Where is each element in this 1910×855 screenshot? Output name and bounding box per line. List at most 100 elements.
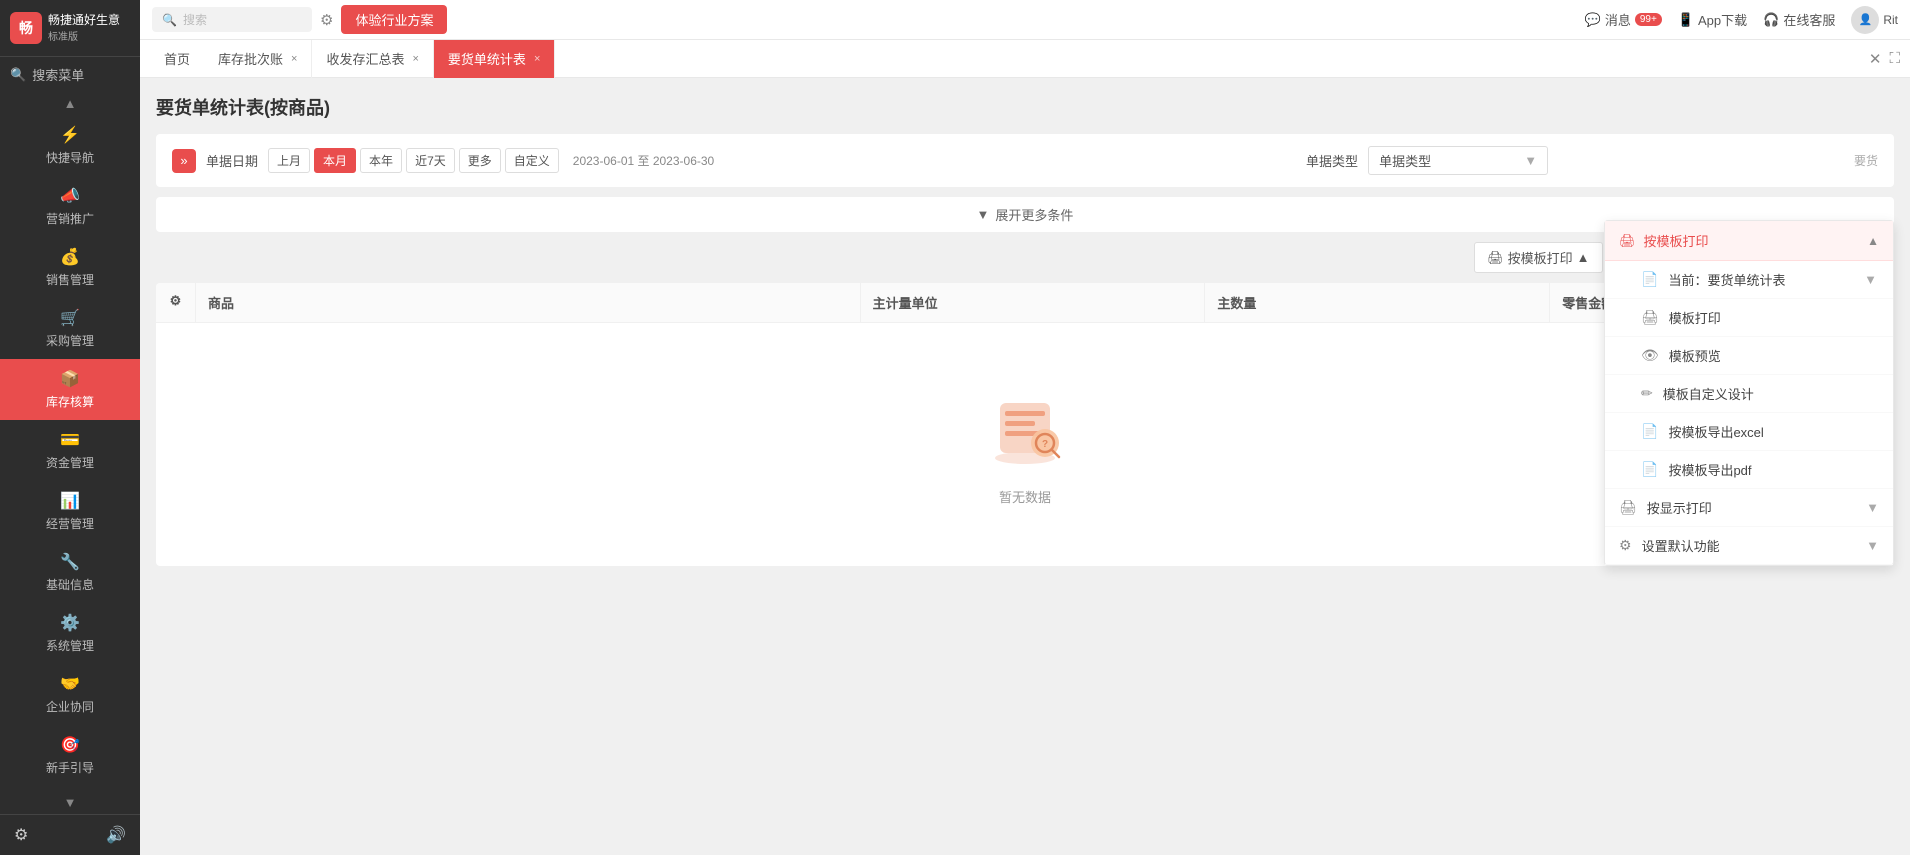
svg-text:?: ? (1042, 439, 1048, 450)
logo-badge: 标准版 (48, 28, 120, 43)
tab-close-all-btn[interactable]: ✕ (1869, 50, 1882, 68)
nav-label-basic: 基础信息 (46, 576, 94, 593)
sidebar-scroll-down[interactable]: ▼ (0, 791, 140, 814)
date-btn-last-month[interactable]: 上月 (268, 148, 310, 173)
dropdown-template-pdf-icon: 📄 (1641, 461, 1658, 478)
dropdown-template-excel[interactable]: 📄 按模板导出excel (1605, 413, 1893, 451)
sidebar-item-shortcut[interactable]: ⚡ 快捷导航 (0, 115, 140, 176)
sidebar-item-collab[interactable]: 🤝 企业协同 (0, 664, 140, 725)
sidebar-item-sales[interactable]: 💰 销售管理 (0, 237, 140, 298)
dropdown-title: 按模板打印 (1644, 231, 1709, 250)
empty-field-label: 要货 (1854, 152, 1878, 169)
nav-icon-marketing: 📣 (60, 186, 80, 206)
dropdown-header-left: 🖨 按模板打印 (1619, 231, 1709, 250)
message-badge: 99+ (1635, 13, 1662, 26)
print-dropdown-menu: 🖨 按模板打印 ▲ 📄 当前：要货单统计表 ▼ 🖨 模板打印 👁 模板预览 ✏ (1604, 220, 1894, 566)
filter-expand-btn[interactable]: » (172, 149, 196, 173)
dropdown-display-print-icon: 🖨 (1619, 499, 1637, 516)
dropdown-template-excel-label: 按模板导出excel (1668, 422, 1763, 441)
app-download-btn[interactable]: 📱 App下载 (1678, 10, 1747, 29)
tab-receipt-summary-label: 收发存汇总表 (326, 49, 404, 68)
sidebar-item-basic[interactable]: 🔧 基础信息 (0, 542, 140, 603)
nav-icon-operations: 📊 (60, 491, 80, 511)
topbar: 🔍 搜索 ⚙ 体验行业方案 💬 消息 99+ 📱 App下载 🎧 在线客服 👤 … (140, 0, 1910, 40)
message-btn[interactable]: 💬 消息 99+ (1585, 10, 1662, 29)
tab-home-label: 首页 (164, 49, 190, 68)
dropdown-display-print[interactable]: 🖨 按显示打印 ▼ (1605, 489, 1893, 527)
trial-btn[interactable]: 体验行业方案 (341, 5, 447, 34)
dropdown-set-default-label: 设置默认功能 (1642, 536, 1720, 555)
nav-label-guide: 新手引导 (46, 759, 94, 776)
sidebar-item-apps[interactable]: 🔲 应用中心 (0, 786, 140, 791)
nav-label-purchase: 采购管理 (46, 332, 94, 349)
nav-icon-sales: 💰 (60, 247, 80, 267)
dropdown-template-print[interactable]: 🖨 模板打印 (1605, 299, 1893, 337)
th-settings[interactable]: ⚙ (156, 283, 196, 322)
tab-expand-btn[interactable]: ⛶ (1889, 50, 1900, 67)
user-avatar[interactable]: 👤 Rit (1851, 6, 1898, 34)
dropdown-current-icon: 📄 (1641, 271, 1658, 288)
dropdown-set-default-icon: ⚙ (1619, 537, 1632, 554)
message-icon: 💬 (1585, 12, 1601, 28)
settings-icon[interactable]: ⚙ (14, 825, 28, 845)
date-btn-7days[interactable]: 近7天 (406, 148, 455, 173)
sidebar-item-operations[interactable]: 📊 经营管理 (0, 481, 140, 542)
nav-icon-system: ⚙️ (60, 613, 80, 633)
print-btn[interactable]: 🖨 按模板打印 ▲ (1474, 242, 1602, 273)
order-type-select[interactable]: 单据类型 ▼ (1368, 146, 1548, 175)
topbar-right: 💬 消息 99+ 📱 App下载 🎧 在线客服 👤 Rit (1585, 6, 1898, 34)
tab-receipt-summary[interactable]: 收发存汇总表 × (312, 40, 433, 78)
tab-order-stats[interactable]: 要货单统计表 × (434, 40, 555, 78)
topbar-gear-icon[interactable]: ⚙ (320, 11, 333, 29)
online-service-btn[interactable]: 🎧 在线客服 (1763, 10, 1835, 29)
expand-icon: ▼ (977, 207, 990, 222)
app-label: App下载 (1698, 10, 1747, 29)
sidebar-item-inventory[interactable]: 📦 库存核算 (0, 359, 140, 420)
tab-receipt-summary-close[interactable]: × (412, 53, 418, 65)
dropdown-set-default[interactable]: ⚙ 设置默认功能 ▼ (1605, 527, 1893, 565)
date-btn-this-year[interactable]: 本年 (360, 148, 402, 173)
dropdown-template-preview[interactable]: 👁 模板预览 (1605, 337, 1893, 375)
tab-inventory-batch[interactable]: 库存批次账 × (204, 40, 312, 78)
sidebar-bottom: ⚙ 🔊 (0, 814, 140, 855)
dropdown-template-custom-label: 模板自定义设计 (1663, 384, 1754, 403)
dropdown-template-excel-icon: 📄 (1641, 423, 1658, 440)
topbar-search[interactable]: 🔍 搜索 (152, 7, 312, 32)
sidebar-item-finance[interactable]: 💳 资金管理 (0, 420, 140, 481)
date-btn-this-month[interactable]: 本月 (314, 148, 356, 173)
sidebar-item-system[interactable]: ⚙️ 系统管理 (0, 603, 140, 664)
logo-text-wrap: 畅捷通好生意 标准版 (48, 13, 120, 44)
order-type-label: 单据类型 (1306, 151, 1358, 170)
date-btn-more[interactable]: 更多 (459, 148, 501, 173)
sidebar-scroll-up[interactable]: ▲ (0, 92, 140, 115)
sidebar-item-purchase[interactable]: 🛒 采购管理 (0, 298, 140, 359)
th-product: 商品 (196, 283, 861, 322)
nav-label-finance: 资金管理 (46, 454, 94, 471)
date-btn-custom[interactable]: 自定义 (505, 148, 559, 173)
tab-home[interactable]: 首页 (150, 40, 204, 78)
tab-inventory-batch-close[interactable]: × (291, 53, 297, 65)
speaker-icon[interactable]: 🔊 (106, 825, 126, 845)
dropdown-template-custom[interactable]: ✏ 模板自定义设计 (1605, 375, 1893, 413)
dropdown-display-print-left: 🖨 按显示打印 (1619, 498, 1712, 517)
nav-label-marketing: 营销推广 (46, 210, 94, 227)
app-icon: 📱 (1678, 12, 1694, 28)
dropdown-template-pdf-label: 按模板导出pdf (1668, 460, 1751, 479)
dropdown-current-item[interactable]: 📄 当前：要货单统计表 ▼ (1605, 261, 1893, 299)
dropdown-template-pdf[interactable]: 📄 按模板导出pdf (1605, 451, 1893, 489)
sidebar-item-guide[interactable]: 🎯 新手引导 (0, 725, 140, 786)
tab-order-stats-close[interactable]: × (534, 53, 540, 65)
dropdown-header[interactable]: 🖨 按模板打印 ▲ (1605, 221, 1893, 261)
empty-message: 暂无数据 (999, 487, 1051, 506)
sidebar-item-marketing[interactable]: 📣 营销推广 (0, 176, 140, 237)
sidebar-search[interactable]: 🔍 搜索菜单 (0, 57, 140, 92)
th-qty: 主数量 (1205, 283, 1550, 322)
dropdown-display-print-label: 按显示打印 (1647, 498, 1712, 517)
search-icon: 🔍 (10, 67, 26, 83)
dropdown-template-preview-icon: 👁 (1641, 347, 1659, 364)
date-btns: 上月 本月 本年 近7天 更多 自定义 (268, 148, 559, 173)
dropdown-template-print-icon: 🖨 (1641, 309, 1659, 326)
print-label: 按模板打印 (1508, 248, 1573, 267)
tab-order-stats-label: 要货单统计表 (448, 49, 526, 68)
empty-icon: ? (980, 383, 1070, 473)
